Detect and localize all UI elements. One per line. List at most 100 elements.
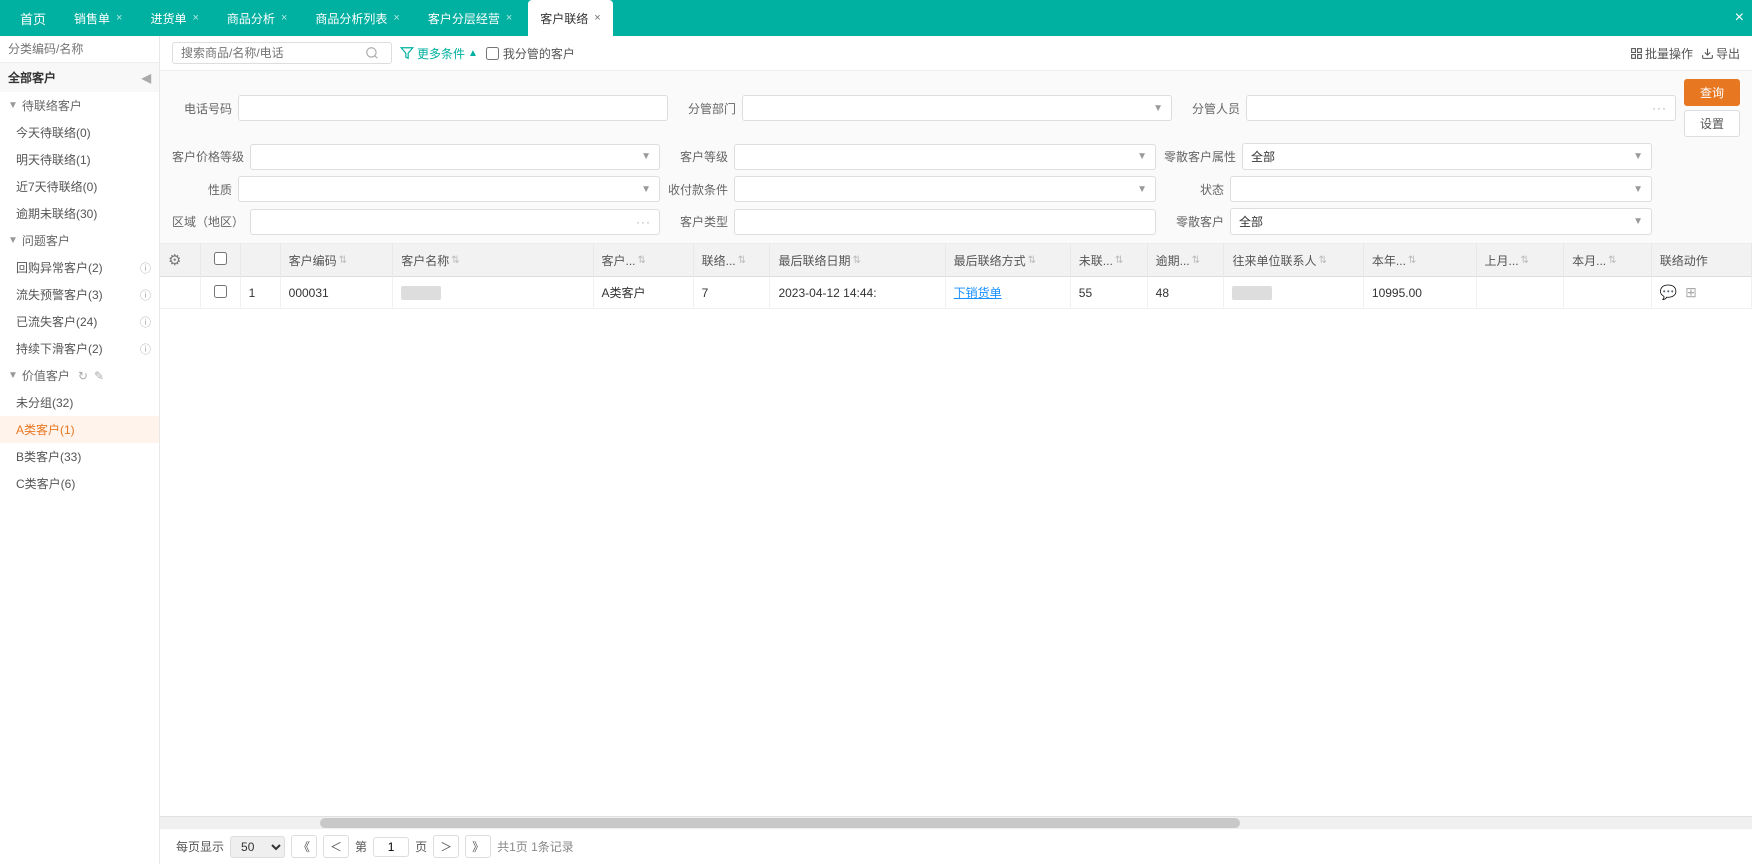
sidebar-item-warning[interactable]: 流失预警客户(3) ⓘ (0, 281, 159, 308)
edit-value-icon[interactable]: ✎ (94, 369, 104, 383)
refresh-icon[interactable]: ↻ (78, 369, 88, 383)
last-contact-way-link[interactable]: 下销货单 (954, 286, 1002, 300)
sidebar-search-input[interactable] (8, 42, 160, 56)
close-purchase-tab-icon[interactable]: × (192, 12, 198, 24)
scrollbar-thumb[interactable] (320, 818, 1240, 828)
col-last-contact-way[interactable]: 最后联络方式⇅ (945, 244, 1070, 277)
col-last-contact-date-label: 最后联络日期 (778, 252, 850, 269)
filter-dept: 分管部门 ▼ (676, 95, 1172, 121)
chat-action-icon[interactable]: 💬 (1660, 284, 1677, 301)
gear-icon[interactable]: ⚙ (168, 252, 181, 269)
sidebar-item-declining[interactable]: 持续下滑客户(2) ⓘ (0, 335, 159, 362)
col-last-contact-date[interactable]: 最后联络日期⇅ (770, 244, 945, 277)
my-customers-checkbox-label[interactable]: 我分管的客户 (486, 45, 575, 62)
sidebar-item-tomorrow[interactable]: 明天待联络(1) (0, 146, 159, 173)
filter-grid: 电话号码 分管部门 ▼ 分管人员 ··· (160, 71, 1752, 244)
col-name[interactable]: 客户名称⇅ (393, 244, 593, 277)
query-button[interactable]: 查询 (1684, 79, 1740, 106)
filter-nature-select[interactable]: ▼ (238, 176, 660, 202)
close-product-list-tab-icon[interactable]: × (393, 12, 399, 24)
filter-region: 区域（地区） ··· (172, 209, 660, 235)
col-overdue[interactable]: 逾期...⇅ (1147, 244, 1224, 277)
filter-price-grade: 客户价格等级 ▼ (172, 144, 660, 170)
row-checkbox[interactable] (214, 285, 227, 298)
nav-tab-customer-contact[interactable]: 客户联络 × (528, 0, 612, 36)
filter-row-2: 客户价格等级 ▼ 客户等级 ▼ 零散客户属性 全部 (172, 143, 1740, 170)
customer-grade-arrow-icon: ▼ (1137, 151, 1147, 162)
sidebar-collapse-icon[interactable]: ◀ (142, 71, 151, 85)
select-all-checkbox[interactable] (214, 252, 227, 265)
nav-tab-sales[interactable]: 销售单 × (62, 0, 134, 36)
filter-customer-grade: 客户等级 ▼ (668, 144, 1156, 170)
col-this-year[interactable]: 本年...⇅ (1363, 244, 1476, 277)
setting-button[interactable]: 设置 (1684, 110, 1740, 137)
col-type-label: 客户... (602, 252, 636, 269)
filter-region-select[interactable]: ··· (250, 209, 660, 235)
col-seq (240, 244, 280, 277)
filter-customer-type-input[interactable] (734, 209, 1156, 235)
filter-person-label: 分管人员 (1180, 100, 1240, 117)
more-filters-button[interactable]: 更多条件 ▲ (400, 45, 478, 62)
first-page-button[interactable]: 《 (291, 835, 317, 858)
person-dots-icon: ··· (1652, 101, 1667, 115)
filter-status-select[interactable]: ▼ (1230, 176, 1652, 202)
sidebar-item-c-class[interactable]: C类客户(6) (0, 470, 159, 497)
sidebar-group-pending[interactable]: ▼ 待联络客户 (0, 92, 159, 119)
col-unit-contact[interactable]: 往来单位联系人⇅ (1224, 244, 1363, 277)
filter-retail-attr-select[interactable]: 全部 ▼ (1242, 143, 1652, 170)
sidebar-item-today[interactable]: 今天待联络(0) (0, 119, 159, 146)
filter-dept-select[interactable]: ▼ (742, 95, 1172, 121)
filter-status-label: 状态 (1164, 181, 1224, 198)
row-gear-cell (160, 277, 200, 309)
my-customers-checkbox[interactable] (486, 47, 499, 60)
batch-operation-button[interactable]: 批量操作 (1630, 45, 1693, 62)
page-size-select[interactable]: 50 100 200 (230, 836, 285, 858)
filter-price-grade-select[interactable]: ▼ (250, 144, 660, 170)
filter-retail-customer-select[interactable]: 全部 ▼ (1230, 208, 1652, 235)
search-input-wrap (172, 42, 392, 64)
nav-tab-purchase[interactable]: 进货单 × (138, 0, 210, 36)
sidebar-item-ungrouped[interactable]: 未分组(32) (0, 389, 159, 416)
filter-price-grade-label: 客户价格等级 (172, 148, 244, 165)
filter-phone-input[interactable] (238, 95, 668, 121)
sidebar-item-7days[interactable]: 近7天待联络(0) (0, 173, 159, 200)
close-customer-contact-tab-icon[interactable]: × (594, 12, 600, 24)
nav-home[interactable]: 首页 (8, 0, 58, 36)
sidebar-group-problem[interactable]: ▼ 问题客户 (0, 227, 159, 254)
col-this-month-label: 本月... (1572, 252, 1606, 269)
next-page-button[interactable]: ＞ (433, 835, 459, 858)
filter-customer-grade-select[interactable]: ▼ (734, 144, 1156, 170)
horizontal-scrollbar[interactable] (160, 816, 1752, 828)
search-input[interactable] (181, 46, 361, 60)
grid-action-icon[interactable]: ⊞ (1685, 284, 1697, 301)
page-input[interactable] (373, 837, 409, 857)
export-button[interactable]: 导出 (1701, 45, 1740, 62)
col-no-contact[interactable]: 未联...⇅ (1070, 244, 1147, 277)
search-icon[interactable] (365, 46, 379, 60)
close-customer-segment-tab-icon[interactable]: × (506, 12, 512, 24)
filter-nature-label: 性质 (172, 181, 232, 198)
filter-payment-select[interactable]: ▼ (734, 176, 1156, 202)
sidebar-item-abnormal[interactable]: 回购异常客户(2) ⓘ (0, 254, 159, 281)
col-contact[interactable]: 联络...⇅ (693, 244, 770, 277)
sidebar-item-b-class[interactable]: B类客户(33) (0, 443, 159, 470)
nav-tab-customer-segment[interactable]: 客户分层经营 × (416, 0, 524, 36)
sidebar-item-lost[interactable]: 已流失客户(24) ⓘ (0, 308, 159, 335)
last-page-button[interactable]: 》 (465, 835, 491, 858)
sidebar-item-overdue[interactable]: 逾期未联络(30) (0, 200, 159, 227)
close-product-analysis-tab-icon[interactable]: × (281, 12, 287, 24)
sidebar-item-a-class[interactable]: A类客户(1) (0, 416, 159, 443)
all-customers-header[interactable]: 全部客户 ◀ (0, 63, 159, 92)
col-type[interactable]: 客户...⇅ (593, 244, 693, 277)
sidebar-group-value[interactable]: ▼ 价值客户 ↻ ✎ (0, 362, 159, 389)
nav-tab-product-list[interactable]: 商品分析列表 × (303, 0, 411, 36)
col-this-month[interactable]: 本月...⇅ (1564, 244, 1652, 277)
col-last-month[interactable]: 上月...⇅ (1476, 244, 1564, 277)
col-code[interactable]: 客户编码⇅ (280, 244, 393, 277)
nav-tab-product-analysis[interactable]: 商品分析 × (215, 0, 299, 36)
filter-person-select[interactable]: ··· (1246, 95, 1676, 121)
close-all-icon[interactable]: × (1735, 9, 1744, 27)
close-sales-tab-icon[interactable]: × (116, 12, 122, 24)
main-layout: 全部客户 ◀ ▼ 待联络客户 今天待联络(0) 明天待联络(1) 近7天待联络(… (0, 36, 1752, 864)
prev-page-button[interactable]: ＜ (323, 835, 349, 858)
